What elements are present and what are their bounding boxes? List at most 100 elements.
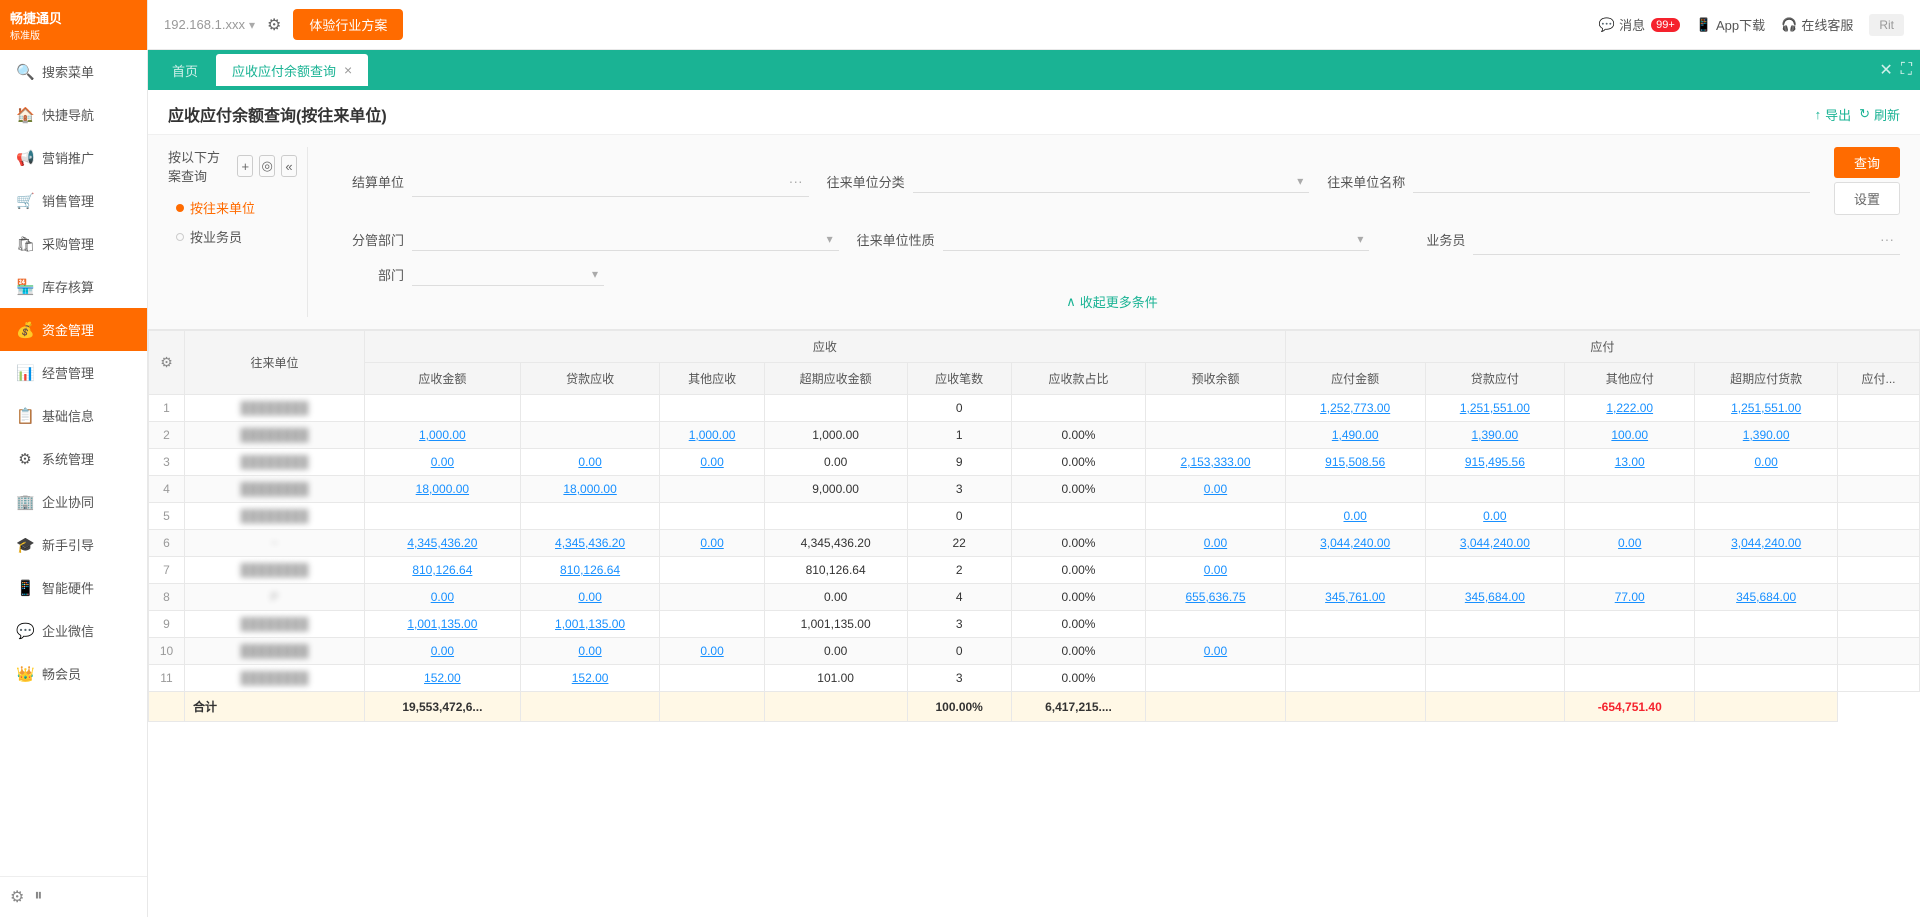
query-button[interactable]: 查询 (1834, 147, 1900, 178)
table-cell[interactable]: 0.00 (660, 530, 764, 557)
app-icon: 📱 (1696, 17, 1712, 33)
table-cell[interactable]: 0.00 (365, 584, 521, 611)
table-cell[interactable]: 3,044,240.00 (1285, 530, 1425, 557)
table-cell[interactable]: 0.00 (365, 638, 521, 665)
sidebar-item-operation[interactable]: 📊 经营管理 (0, 351, 147, 394)
table-cell[interactable]: 0.00 (1695, 449, 1838, 476)
table-cell[interactable]: 4,345,436.20 (365, 530, 521, 557)
table-cell[interactable]: 1,000.00 (365, 422, 521, 449)
table-cell[interactable]: 0.00 (1146, 476, 1286, 503)
sidebar-item-basic[interactable]: 📋 基础信息 (0, 394, 147, 437)
table-cell[interactable]: 1,001,135.00 (520, 611, 660, 638)
settings-button[interactable]: 设置 (1834, 182, 1900, 215)
table-cell[interactable]: 0.00 (1146, 638, 1286, 665)
sidebar-item-guide[interactable]: 🎓 新手引导 (0, 523, 147, 566)
online-service-item[interactable]: 🎧 在线客服 (1781, 15, 1853, 34)
sidebar-item-quicknav[interactable]: 🏠 快捷导航 (0, 93, 147, 136)
settings-bottom-icon[interactable]: ⚙ (10, 887, 24, 907)
sidebar-item-purchase[interactable]: 🛍 采购管理 (0, 222, 147, 265)
table-cell[interactable]: 1,390.00 (1425, 422, 1565, 449)
settlement-input[interactable] (418, 169, 789, 192)
table-cell[interactable]: 0.00 (660, 638, 764, 665)
sidebar-item-marketing[interactable]: 📢 营销推广 (0, 136, 147, 179)
sidebar-item-search[interactable]: 🔍 搜索菜单 (0, 50, 147, 93)
table-cell[interactable]: 0.00 (520, 584, 660, 611)
table-cell[interactable]: 77.00 (1565, 584, 1695, 611)
tab-home[interactable]: 首页 (156, 54, 214, 86)
table-cell[interactable]: 13.00 (1565, 449, 1695, 476)
user-info[interactable]: Rit (1869, 14, 1904, 36)
sidebar-item-hardware[interactable]: 📱 智能硬件 (0, 566, 147, 609)
table-cell[interactable]: 152.00 (520, 665, 660, 692)
sidebar-item-finance[interactable]: 💰 资金管理 (0, 308, 147, 351)
table-cell[interactable]: 100.00 (1565, 422, 1695, 449)
table-cell[interactable]: 1,252,773.00 (1285, 395, 1425, 422)
table-cell: 0 (907, 638, 1011, 665)
app-download-item[interactable]: 📱 App下载 (1696, 15, 1765, 34)
table-cell[interactable]: 1,000.00 (660, 422, 764, 449)
topbar-gear-icon[interactable]: ⚙ (267, 15, 281, 35)
settlement-dots[interactable]: ··· (789, 173, 803, 189)
table-cell[interactable]: 0.00 (1285, 503, 1425, 530)
export-button[interactable]: ↑ 导出 (1815, 105, 1852, 124)
table-cell[interactable]: 1,390.00 (1695, 422, 1838, 449)
table-cell[interactable]: 0.00 (520, 638, 660, 665)
table-cell[interactable]: 345,684.00 (1695, 584, 1838, 611)
salesperson-dots[interactable]: ··· (1880, 231, 1894, 247)
table-cell[interactable]: 0.00 (1146, 530, 1286, 557)
table-cell[interactable]: 3,044,240.00 (1425, 530, 1565, 557)
messages-item[interactable]: 💬 消息 99+ (1599, 15, 1680, 34)
tab-close-icon[interactable]: × (344, 62, 352, 78)
table-cell[interactable]: 1,251,551.00 (1425, 395, 1565, 422)
sidebar-item-inventory[interactable]: 🏪 库存核算 (0, 265, 147, 308)
table-cell[interactable]: 0.00 (660, 449, 764, 476)
table-cell[interactable]: 18,000.00 (520, 476, 660, 503)
table-cell[interactable]: 152.00 (365, 665, 521, 692)
filter-scheme-by-unit[interactable]: 按往来单位 (168, 193, 297, 222)
refresh-button[interactable]: ↻ 刷新 (1859, 105, 1900, 124)
sidebar-item-vip[interactable]: 👑 畅会员 (0, 652, 147, 695)
table-cell[interactable]: 1,490.00 (1285, 422, 1425, 449)
table-cell[interactable]: 1,001,135.00 (365, 611, 521, 638)
unit-name-input[interactable] (1413, 169, 1810, 193)
table-cell[interactable]: 0.00 (1146, 557, 1286, 584)
table-cell[interactable]: 345,684.00 (1425, 584, 1565, 611)
sidebar-item-system[interactable]: ⚙ 系统管理 (0, 437, 147, 480)
salesperson-input[interactable] (1479, 227, 1880, 250)
tab-arbalance[interactable]: 应收应付余额查询 × (216, 54, 368, 86)
sidebar-item-wechat[interactable]: 💬 企业微信 (0, 609, 147, 652)
table-cell[interactable]: 1,251,551.00 (1695, 395, 1838, 422)
table-cell[interactable]: 345,761.00 (1285, 584, 1425, 611)
table-gear-icon[interactable]: ⚙ (160, 354, 173, 370)
table-cell[interactable]: 915,508.56 (1285, 449, 1425, 476)
filter-scheme-by-staff[interactable]: 按业务员 (168, 222, 297, 251)
table-cell[interactable]: 0.00 (1425, 503, 1565, 530)
table-cell: 0.00% (1011, 584, 1145, 611)
table-cell[interactable]: 810,126.64 (365, 557, 521, 584)
table-cell[interactable]: 0.00 (1565, 530, 1695, 557)
collapse-icon[interactable]: ⏸ (34, 887, 42, 907)
table-cell[interactable]: 0.00 (365, 449, 521, 476)
filter-add-button[interactable]: + (237, 155, 253, 177)
table-cell[interactable]: 4,345,436.20 (520, 530, 660, 557)
online-service-label: 在线客服 (1801, 15, 1853, 34)
footer-ap-overdue: -654,751.40 (1565, 692, 1695, 722)
tab-close-window-icon[interactable]: ✕ (1879, 60, 1892, 80)
tab-maximize-icon[interactable]: ⛶ (1901, 61, 1912, 79)
table-cell[interactable]: 655,636.75 (1146, 584, 1286, 611)
trial-button[interactable]: 体验行业方案 (293, 9, 403, 40)
table-cell[interactable]: 3,044,240.00 (1695, 530, 1838, 557)
table-cell[interactable]: 18,000.00 (365, 476, 521, 503)
table-cell[interactable]: 1,222.00 (1565, 395, 1695, 422)
table-cell[interactable]: 915,495.56 (1425, 449, 1565, 476)
sidebar-item-sales[interactable]: 🛒 销售管理 (0, 179, 147, 222)
table-cell[interactable]: 2,153,333.00 (1146, 449, 1286, 476)
filter-collapse-button[interactable]: ∧ 收起更多条件 (324, 286, 1900, 317)
filter-collapse-left-icon[interactable]: « (281, 155, 297, 177)
table-cell: 22 (907, 530, 1011, 557)
sidebar-item-corp[interactable]: 🏢 企业协同 (0, 480, 147, 523)
filter-target-icon[interactable]: ◎ (259, 155, 275, 177)
table-cell[interactable]: 0.00 (520, 449, 660, 476)
th-gear[interactable]: ⚙ (149, 331, 185, 395)
table-cell[interactable]: 810,126.64 (520, 557, 660, 584)
